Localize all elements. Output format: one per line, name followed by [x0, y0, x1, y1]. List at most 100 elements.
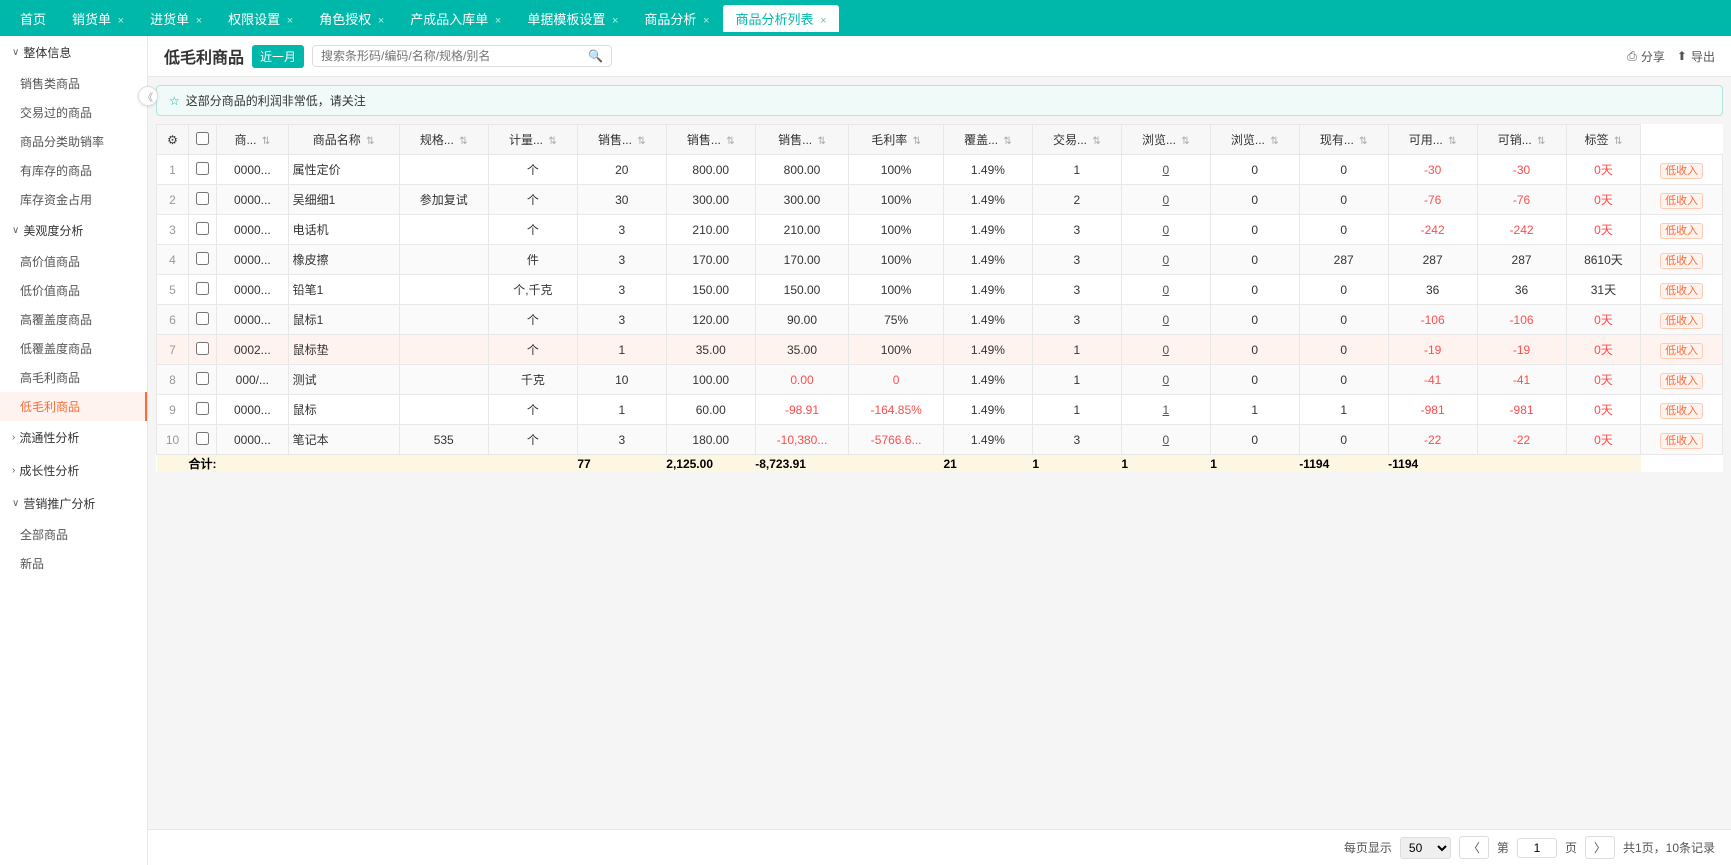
search-input[interactable] [321, 49, 584, 63]
sidebar-group-growth[interactable]: › 成长性分析 [0, 454, 147, 487]
export-btn[interactable]: ⬆ 导出 [1677, 48, 1715, 65]
th-amt[interactable]: 销售... ⇅ [755, 125, 849, 155]
nav-goods-analysis-close[interactable]: × [703, 15, 709, 27]
sidebar-item-high-margin[interactable]: 高毛利商品 [0, 363, 147, 392]
nav-role-close[interactable]: × [378, 15, 384, 27]
select-all-checkbox[interactable] [196, 132, 209, 145]
row-checkbox[interactable] [189, 275, 217, 305]
sidebar-item-sales-goods[interactable]: 销售类商品 [0, 69, 147, 98]
th-salable[interactable]: 可销... ⇅ [1477, 125, 1566, 155]
nav-sales[interactable]: 销货单 × [60, 5, 136, 32]
row-select-checkbox[interactable] [196, 252, 209, 265]
row-trade[interactable]: 0 [1121, 335, 1210, 365]
sidebar-item-high-value[interactable]: 高价值商品 [0, 247, 147, 276]
nav-purchase[interactable]: 进货单 × [138, 5, 214, 32]
page-input[interactable] [1517, 838, 1557, 858]
settings-icon[interactable]: ⚙ [167, 133, 178, 147]
th-gross[interactable]: 毛利率 ⇅ [849, 125, 944, 155]
th-settings[interactable]: ⚙ [157, 125, 189, 155]
sidebar-group-circulation[interactable]: › 流通性分析 [0, 421, 147, 454]
per-page-select[interactable]: 50 100 200 [1400, 837, 1451, 859]
sidebar-group-overall[interactable]: ∨ 整体信息 [0, 36, 147, 69]
nav-home[interactable]: 首页 [8, 5, 58, 32]
row-trade[interactable]: 0 [1121, 365, 1210, 395]
th-price[interactable]: 销售... ⇅ [666, 125, 755, 155]
row-select-checkbox[interactable] [196, 312, 209, 325]
nav-purchase-close[interactable]: × [196, 15, 202, 27]
row-checkbox[interactable] [189, 185, 217, 215]
row-checkbox[interactable] [189, 365, 217, 395]
row-trade[interactable]: 0 [1121, 245, 1210, 275]
th-spec[interactable]: 规格... ⇅ [399, 125, 488, 155]
row-select-checkbox[interactable] [196, 432, 209, 445]
sidebar-item-new-goods[interactable]: 新品 [0, 549, 147, 578]
nav-template[interactable]: 单据模板设置 × [515, 5, 630, 32]
search-icon[interactable]: 🔍 [588, 49, 603, 63]
sidebar-item-category-rate[interactable]: 商品分类助销率 [0, 127, 147, 156]
row-checkbox[interactable] [189, 215, 217, 245]
sidebar-group-marketing[interactable]: ∨ 营销推广分析 [0, 487, 147, 520]
th-name[interactable]: 商品名称 ⇅ [288, 125, 399, 155]
filter-btn[interactable]: 近一月 [252, 45, 304, 68]
sidebar-item-low-value[interactable]: 低价值商品 [0, 276, 147, 305]
th-code[interactable]: 商... ⇅ [217, 125, 289, 155]
sidebar-item-stock-capital[interactable]: 库存资金占用 [0, 185, 147, 214]
th-trade[interactable]: 交易... ⇅ [1032, 125, 1121, 155]
row-select-checkbox[interactable] [196, 402, 209, 415]
sidebar-collapse-btn[interactable]: 《 [138, 86, 158, 106]
row-trade[interactable]: 1 [1121, 395, 1210, 425]
sidebar-item-high-coverage[interactable]: 高覆盖度商品 [0, 305, 147, 334]
prev-page-btn[interactable]: 〈 [1459, 836, 1489, 859]
th-cover[interactable]: 覆盖... ⇅ [943, 125, 1032, 155]
row-name[interactable]: 笔记本 [288, 425, 399, 455]
nav-template-close[interactable]: × [612, 15, 618, 27]
row-trade[interactable]: 0 [1121, 215, 1210, 245]
row-name[interactable]: 属性定价 [288, 155, 399, 185]
row-trade[interactable]: 0 [1121, 305, 1210, 335]
th-stock[interactable]: 现有... ⇅ [1299, 125, 1388, 155]
row-name[interactable]: 鼠标1 [288, 305, 399, 335]
th-avail[interactable]: 可用... ⇅ [1388, 125, 1477, 155]
th-unit[interactable]: 计量... ⇅ [488, 125, 577, 155]
next-page-btn[interactable]: 〉 [1585, 836, 1615, 859]
row-trade[interactable]: 0 [1121, 155, 1210, 185]
th-qty[interactable]: 销售... ⇅ [577, 125, 666, 155]
row-name[interactable]: 鼠标 [288, 395, 399, 425]
sidebar-item-all-goods[interactable]: 全部商品 [0, 520, 147, 549]
row-name[interactable]: 吴细细1 [288, 185, 399, 215]
row-name[interactable]: 测试 [288, 365, 399, 395]
row-select-checkbox[interactable] [196, 342, 209, 355]
row-select-checkbox[interactable] [196, 282, 209, 295]
nav-goods-analysis-list[interactable]: 商品分析列表 × [723, 5, 838, 32]
row-name[interactable]: 电话机 [288, 215, 399, 245]
sidebar-group-beauty[interactable]: ∨ 美观度分析 [0, 214, 147, 247]
row-select-checkbox[interactable] [196, 162, 209, 175]
row-name[interactable]: 橡皮擦 [288, 245, 399, 275]
row-checkbox[interactable] [189, 395, 217, 425]
row-checkbox[interactable] [189, 305, 217, 335]
row-checkbox[interactable] [189, 425, 217, 455]
nav-permission-close[interactable]: × [287, 15, 293, 27]
sidebar-item-in-stock[interactable]: 有库存的商品 [0, 156, 147, 185]
nav-permission[interactable]: 权限设置 × [216, 5, 305, 32]
row-select-checkbox[interactable] [196, 222, 209, 235]
sidebar-item-traded-goods[interactable]: 交易过的商品 [0, 98, 147, 127]
nav-goods-analysis-list-close[interactable]: × [820, 15, 826, 27]
row-trade[interactable]: 0 [1121, 425, 1210, 455]
share-btn[interactable]: ⎙ 分享 [1627, 48, 1665, 65]
sidebar-item-low-coverage[interactable]: 低覆盖度商品 [0, 334, 147, 363]
row-trade[interactable]: 0 [1121, 185, 1210, 215]
row-checkbox[interactable] [189, 155, 217, 185]
nav-sales-close[interactable]: × [118, 15, 124, 27]
th-view2[interactable]: 浏览... ⇅ [1210, 125, 1299, 155]
row-trade[interactable]: 0 [1121, 275, 1210, 305]
row-name[interactable]: 铅笔1 [288, 275, 399, 305]
row-checkbox[interactable] [189, 335, 217, 365]
th-view1[interactable]: 浏览... ⇅ [1121, 125, 1210, 155]
row-checkbox[interactable] [189, 245, 217, 275]
row-name[interactable]: 鼠标垫 [288, 335, 399, 365]
th-tag[interactable]: 标签 ⇅ [1566, 125, 1641, 155]
nav-goods-analysis[interactable]: 商品分析 × [632, 5, 721, 32]
sidebar-item-low-margin[interactable]: 低毛利商品 [0, 392, 147, 421]
nav-product-entry[interactable]: 产成品入库单 × [398, 5, 513, 32]
